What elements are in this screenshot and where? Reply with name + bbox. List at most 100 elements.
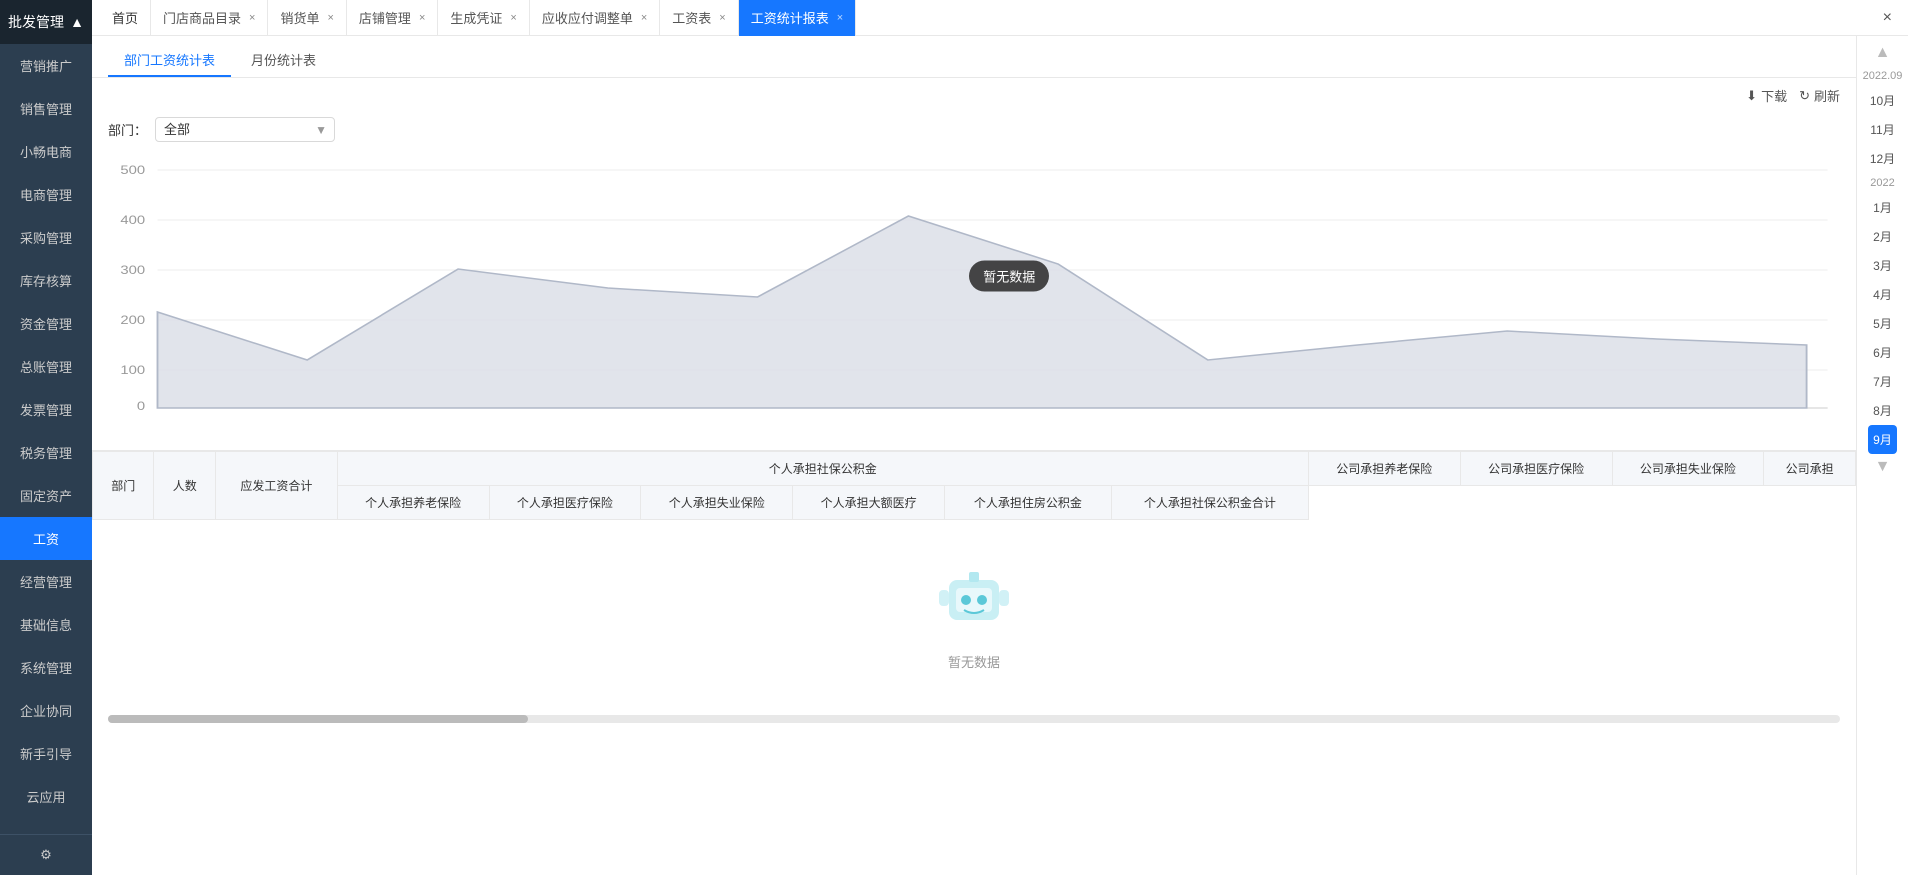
timeline-year-label: 2022	[1868, 173, 1897, 193]
timeline-up-arrow[interactable]: ▲	[1871, 40, 1895, 66]
tab-close-store-mgmt[interactable]: ×	[419, 12, 425, 24]
sidebar-item-finance[interactable]: 资金管理	[0, 302, 92, 345]
download-icon: ⬇	[1746, 88, 1757, 104]
timeline-item-9月[interactable]: 9月	[1868, 425, 1897, 454]
svg-text:200: 200	[120, 313, 145, 326]
sidebar-settings[interactable]: ⚙	[0, 834, 92, 875]
table-scrollbar[interactable]	[108, 715, 1840, 723]
tab-label-store-catalog: 门店商品目录	[163, 8, 241, 27]
col-personal-housing: 个人承担住房公积金	[944, 486, 1111, 520]
timeline-item-5月[interactable]: 5月	[1868, 309, 1897, 338]
refresh-icon: ↻	[1799, 88, 1810, 104]
timeline-item-6月[interactable]: 6月	[1868, 338, 1897, 367]
timeline-item-1月[interactable]: 1月	[1868, 193, 1897, 222]
tab-label-home: 首页	[112, 8, 138, 27]
tab-store-catalog[interactable]: 门店商品目录 ×	[151, 0, 268, 36]
refresh-label: 刷新	[1814, 86, 1840, 105]
sidebar-item-newbie[interactable]: 新手引导	[0, 732, 92, 775]
sidebar-item-purchase[interactable]: 采购管理	[0, 216, 92, 259]
dept-select-wrapper: 全部 ▼	[155, 117, 335, 142]
sidebar-item-ecom-mgmt[interactable]: 电商管理	[0, 173, 92, 216]
col-dept: 部门	[93, 452, 154, 520]
sub-tabs: 部门工资统计表 月份统计表	[92, 36, 1856, 78]
tab-payroll-report[interactable]: 工资统计报表 ×	[739, 0, 856, 36]
tab-bar-close-button[interactable]: ×	[1883, 9, 1892, 27]
sidebar-item-salary[interactable]: 工资	[0, 517, 92, 560]
sidebar-item-enterprise[interactable]: 企业协同	[0, 689, 92, 732]
data-table: 部门 人数 应发工资合计 个人承担社保公积金 公司承担养老保险 公司承担医疗保险…	[92, 451, 1856, 520]
tab-close-payroll[interactable]: ×	[719, 12, 725, 24]
svg-text:0: 0	[137, 399, 145, 412]
tab-close-receivable[interactable]: ×	[641, 12, 647, 24]
filter-row: 部门： 全部 ▼	[92, 113, 1856, 150]
table-scrollbar-thumb[interactable]	[108, 715, 528, 723]
timeline-item-7月[interactable]: 7月	[1868, 367, 1897, 396]
sidebar-item-inventory[interactable]: 库存核算	[0, 259, 92, 302]
gear-icon: ⚙	[40, 847, 52, 862]
sidebar-item-cloud[interactable]: 云应用	[0, 775, 92, 818]
tab-dept-stats[interactable]: 部门工资统计表	[108, 44, 231, 77]
tab-close-store-catalog[interactable]: ×	[249, 12, 255, 24]
tab-payroll[interactable]: 工资表 ×	[660, 0, 738, 36]
area-chart: 500 400 300 200 100 0	[108, 158, 1840, 418]
col-headcount: 人数	[154, 452, 215, 520]
timeline-item-2月[interactable]: 2月	[1868, 222, 1897, 251]
svg-text:300: 300	[120, 263, 145, 276]
tab-bar: 首页门店商品目录×销货单×店铺管理×生成凭证×应收应付调整单×工资表×工资统计报…	[92, 0, 1908, 36]
svg-text:500: 500	[120, 163, 145, 176]
tab-label-voucher: 生成凭证	[450, 8, 502, 27]
download-label: 下载	[1761, 86, 1787, 105]
svg-text:100: 100	[120, 363, 145, 376]
timeline-item-11月[interactable]: 11月	[1868, 115, 1897, 144]
download-button[interactable]: ⬇ 下载	[1746, 86, 1787, 105]
table-section[interactable]: 部门 人数 应发工资合计 个人承担社保公积金 公司承担养老保险 公司承担医疗保险…	[92, 450, 1856, 875]
col-personal-medical: 个人承担医疗保险	[489, 486, 641, 520]
tab-label-store-mgmt: 店铺管理	[359, 8, 411, 27]
sidebar-collapse-icon: ▲	[70, 14, 84, 30]
tab-close-voucher[interactable]: ×	[510, 12, 516, 24]
refresh-button[interactable]: ↻ 刷新	[1799, 86, 1840, 105]
col-personal-total: 个人承担社保公积金合计	[1111, 486, 1308, 520]
sidebar-item-mini-ecom[interactable]: 小畅电商	[0, 130, 92, 173]
timeline-item-12月[interactable]: 12月	[1868, 144, 1897, 173]
svg-text:400: 400	[120, 213, 145, 226]
timeline-item-4月[interactable]: 4月	[1868, 280, 1897, 309]
tab-label-receivable: 应收应付调整单	[542, 8, 633, 27]
timeline-start-label: 2022.09	[1861, 66, 1905, 86]
page-content: 部门工资统计表 月份统计表 ⬇ 下载 ↻ 刷新 部门： 全部	[92, 36, 1856, 875]
col-personal-major-medical: 个人承担大额医疗	[793, 486, 945, 520]
tab-monthly-stats[interactable]: 月份统计表	[235, 44, 332, 77]
tab-voucher[interactable]: 生成凭证 ×	[438, 0, 529, 36]
filter-label: 部门：	[108, 120, 147, 139]
empty-text: 暂无数据	[948, 652, 1000, 671]
tab-store-mgmt[interactable]: 店铺管理 ×	[347, 0, 438, 36]
tab-sales-order[interactable]: 销货单×	[268, 0, 346, 36]
col-company-more: 公司承担	[1764, 452, 1856, 486]
sidebar-item-tax[interactable]: 税务管理	[0, 431, 92, 474]
timeline-down-arrow[interactable]: ▼	[1871, 454, 1895, 480]
sidebar-item-operation[interactable]: 经营管理	[0, 560, 92, 603]
sidebar-item-marketing[interactable]: 营销推广	[0, 44, 92, 87]
timeline-item-10月[interactable]: 10月	[1868, 86, 1897, 115]
tab-close-payroll-report[interactable]: ×	[837, 12, 843, 24]
sidebar-item-ledger[interactable]: 总账管理	[0, 345, 92, 388]
timeline-panel: ▲ 2022.09 10月11月12月20221月2月3月4月5月6月7月8月9…	[1856, 36, 1908, 875]
tab-label-payroll-report: 工资统计报表	[751, 8, 829, 27]
sidebar-title[interactable]: 批发管理 ▲	[0, 0, 92, 44]
col-company-old-age: 公司承担养老保险	[1308, 452, 1460, 486]
tab-home[interactable]: 首页	[100, 0, 151, 36]
tab-receivable[interactable]: 应收应付调整单 ×	[530, 0, 660, 36]
sidebar-item-system[interactable]: 系统管理	[0, 646, 92, 689]
tab-close-sales-order[interactable]: ×	[327, 12, 333, 24]
sidebar-item-asset[interactable]: 固定资产	[0, 474, 92, 517]
timeline-item-3月[interactable]: 3月	[1868, 251, 1897, 280]
sidebar-item-sales[interactable]: 销售管理	[0, 87, 92, 130]
timeline-item-8月[interactable]: 8月	[1868, 396, 1897, 425]
tab-label-payroll: 工资表	[672, 8, 711, 27]
dept-select[interactable]: 全部	[155, 117, 335, 142]
sidebar-title-text: 批发管理	[8, 12, 64, 32]
sidebar-item-basic[interactable]: 基础信息	[0, 603, 92, 646]
sidebar-item-invoice[interactable]: 发票管理	[0, 388, 92, 431]
col-total-wage: 应发工资合计	[215, 452, 337, 520]
col-company-medical: 公司承担医疗保险	[1460, 452, 1612, 486]
